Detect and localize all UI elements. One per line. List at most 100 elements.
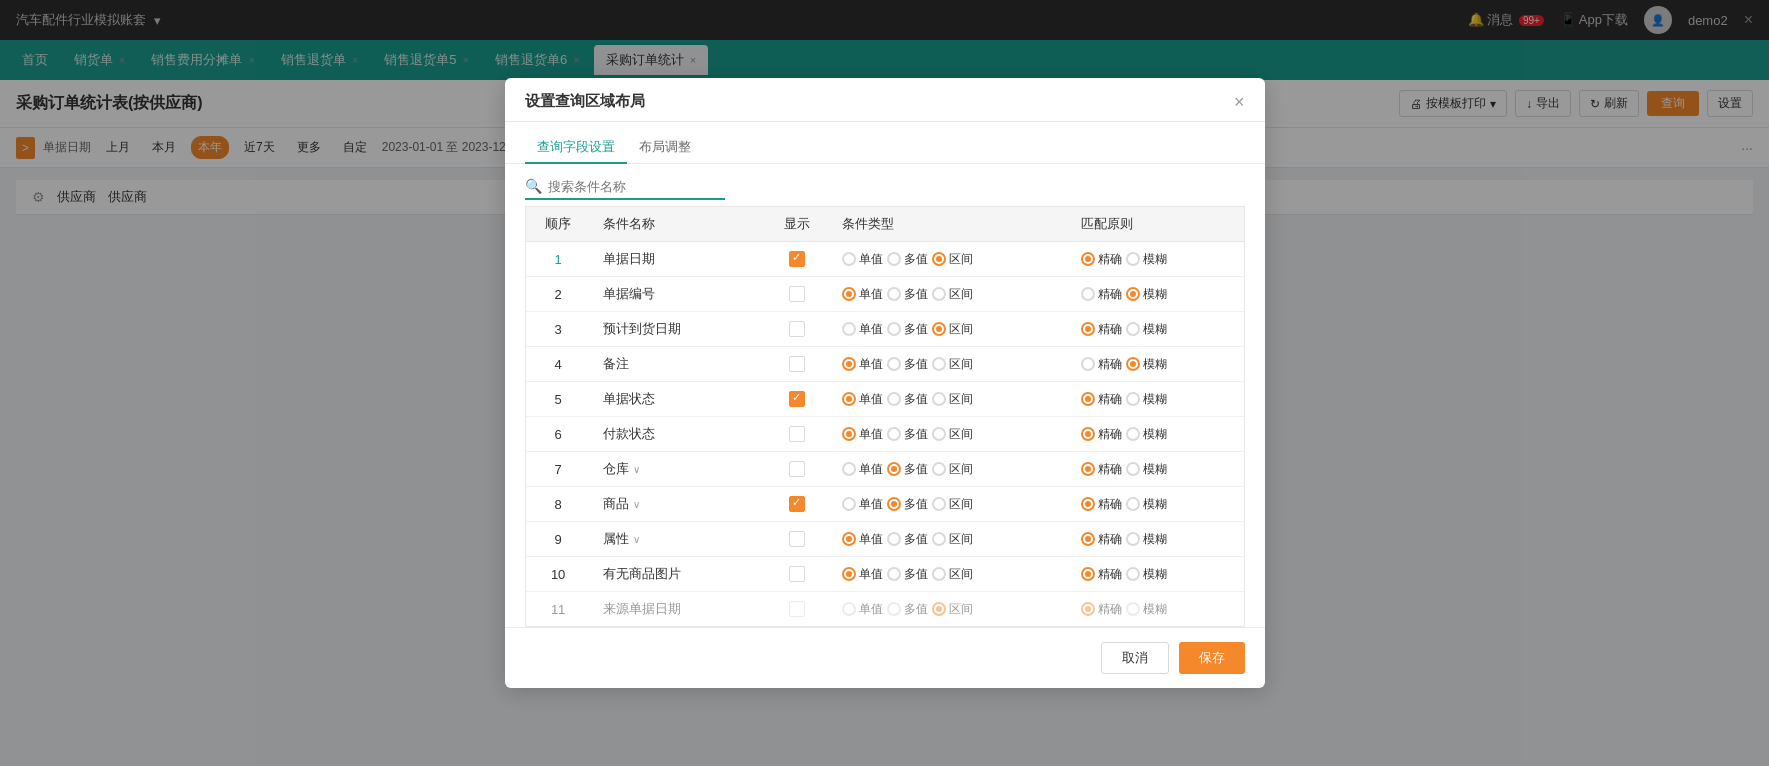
radio-match-模糊-0[interactable]: 模糊 xyxy=(1126,251,1167,268)
cell-display-2[interactable] xyxy=(765,312,830,347)
dialog-search-input[interactable] xyxy=(548,179,725,194)
table-row: 4备注 单值 多值 区间 精确 模糊 xyxy=(526,347,1244,369)
checkbox-display-3[interactable] xyxy=(789,356,805,368)
cell-type-1: 单值 多值 区间 xyxy=(830,277,1069,312)
radio-circle-1 xyxy=(842,287,856,301)
radio-match-精确-3[interactable]: 精确 xyxy=(1081,356,1122,369)
radio-label-1: 单值 xyxy=(859,286,883,303)
cell-display-0[interactable] xyxy=(765,242,830,277)
radio-label-3: 区间 xyxy=(949,356,973,369)
radio-circle-2 xyxy=(887,322,901,336)
radio-type-区间-0[interactable]: 区间 xyxy=(932,251,973,268)
radio-label-3: 多值 xyxy=(904,356,928,369)
radio-circle-3 xyxy=(887,357,901,368)
radio-type-单值-1[interactable]: 单值 xyxy=(842,286,883,303)
cell-display-1[interactable] xyxy=(765,277,830,312)
col-header-match: 匹配原则 xyxy=(1069,207,1243,242)
radio-match-circle-0 xyxy=(1126,252,1140,266)
radio-match-circle-1 xyxy=(1126,287,1140,301)
checkbox-display-0[interactable] xyxy=(789,251,805,267)
dialog-overlay: 设置查询区域布局 × 查询字段设置 布局调整 🔍 xyxy=(0,0,1769,368)
radio-match-circle-0 xyxy=(1081,252,1095,266)
radio-match-label-3: 模糊 xyxy=(1143,356,1167,369)
radio-match-circle-3 xyxy=(1081,357,1095,368)
dialog-header: 设置查询区域布局 × xyxy=(505,78,1265,122)
radio-match-circle-2 xyxy=(1081,322,1095,336)
radio-match-label-0: 精确 xyxy=(1098,251,1122,268)
dialog-close-btn[interactable]: × xyxy=(1234,93,1245,111)
cell-name-1: 单据编号 xyxy=(591,277,765,312)
radio-type-区间-3[interactable]: 区间 xyxy=(932,356,973,369)
radio-match-label-1: 模糊 xyxy=(1143,286,1167,303)
radio-match-模糊-3[interactable]: 模糊 xyxy=(1126,356,1167,369)
checkbox-display-2[interactable] xyxy=(789,321,805,337)
radio-label-2: 区间 xyxy=(949,321,973,338)
radio-type-区间-2[interactable]: 区间 xyxy=(932,321,973,338)
dialog-title: 设置查询区域布局 xyxy=(525,92,645,111)
col-header-order: 顺序 xyxy=(526,207,591,242)
cell-type-3: 单值 多值 区间 xyxy=(830,347,1069,369)
cell-match-3: 精确 模糊 xyxy=(1069,347,1243,369)
radio-match-label-2: 模糊 xyxy=(1143,321,1167,338)
table-row: 2单据编号 单值 多值 区间 精确 模糊 xyxy=(526,277,1244,312)
radio-type-单值-3[interactable]: 单值 xyxy=(842,356,883,369)
cell-order-1: 2 xyxy=(526,277,591,312)
dialog-tab-layout-label: 布局调整 xyxy=(639,139,691,154)
radio-label-1: 区间 xyxy=(949,286,973,303)
radio-circle-3 xyxy=(842,357,856,368)
cell-name-3: 备注 xyxy=(591,347,765,369)
radio-match-模糊-2[interactable]: 模糊 xyxy=(1126,321,1167,338)
search-icon: 🔍 xyxy=(525,178,542,194)
radio-type-多值-1[interactable]: 多值 xyxy=(887,286,928,303)
radio-circle-0 xyxy=(932,252,946,266)
dialog-tab-query-fields[interactable]: 查询字段设置 xyxy=(525,132,627,164)
settings-dialog: 设置查询区域布局 × 查询字段设置 布局调整 🔍 xyxy=(505,78,1265,368)
dialog-table-head: 顺序 条件名称 显示 条件类型 匹配原则 xyxy=(526,207,1244,242)
radio-match-label-0: 模糊 xyxy=(1143,251,1167,268)
dialog-tab-layout[interactable]: 布局调整 xyxy=(627,132,703,164)
checkbox-display-1[interactable] xyxy=(789,286,805,302)
radio-type-多值-0[interactable]: 多值 xyxy=(887,251,928,268)
dialog-body: 查询字段设置 布局调整 🔍 顺序 条 xyxy=(505,122,1265,368)
radio-label-1: 多值 xyxy=(904,286,928,303)
cell-type-2: 单值 多值 区间 xyxy=(830,312,1069,347)
radio-match-label-1: 精确 xyxy=(1098,286,1122,303)
radio-match-circle-2 xyxy=(1126,322,1140,336)
cell-name-2: 预计到货日期 xyxy=(591,312,765,347)
radio-match-circle-1 xyxy=(1081,287,1095,301)
radio-circle-2 xyxy=(932,322,946,336)
radio-label-3: 单值 xyxy=(859,356,883,369)
radio-match-label-2: 精确 xyxy=(1098,321,1122,338)
col-header-name: 条件名称 xyxy=(591,207,765,242)
radio-circle-1 xyxy=(932,287,946,301)
cell-match-2: 精确 模糊 xyxy=(1069,312,1243,347)
radio-circle-1 xyxy=(887,287,901,301)
col-header-type: 条件类型 xyxy=(830,207,1069,242)
radio-circle-0 xyxy=(887,252,901,266)
radio-label-2: 单值 xyxy=(859,321,883,338)
radio-match-精确-0[interactable]: 精确 xyxy=(1081,251,1122,268)
radio-match-label-3: 精确 xyxy=(1098,356,1122,369)
table-row: 1单据日期单值多值区间精确模糊 xyxy=(526,242,1244,277)
cell-match-1: 精确 模糊 xyxy=(1069,277,1243,312)
radio-match-精确-2[interactable]: 精确 xyxy=(1081,321,1122,338)
dialog-search-area: 🔍 xyxy=(505,164,1265,206)
radio-label-0: 多值 xyxy=(904,251,928,268)
radio-type-单值-2[interactable]: 单值 xyxy=(842,321,883,338)
radio-circle-3 xyxy=(932,357,946,368)
radio-label-2: 多值 xyxy=(904,321,928,338)
radio-label-0: 单值 xyxy=(859,251,883,268)
radio-match-模糊-1[interactable]: 模糊 xyxy=(1126,286,1167,303)
dialog-table-body: 1单据日期单值多值区间精确模糊2单据编号单值多值区间精确模糊3预计到货日期单值多… xyxy=(526,242,1244,369)
col-header-display: 显示 xyxy=(765,207,830,242)
radio-type-多值-3[interactable]: 多值 xyxy=(887,356,928,369)
cell-type-0: 单值 多值区间 xyxy=(830,242,1069,277)
radio-type-区间-1[interactable]: 区间 xyxy=(932,286,973,303)
radio-match-精确-1[interactable]: 精确 xyxy=(1081,286,1122,303)
radio-type-多值-2[interactable]: 多值 xyxy=(887,321,928,338)
radio-circle-0 xyxy=(842,252,856,266)
radio-match-circle-3 xyxy=(1126,357,1140,368)
radio-type-单值-0[interactable]: 单值 xyxy=(842,251,883,268)
cell-order-3: 4 xyxy=(526,347,591,369)
cell-display-3[interactable] xyxy=(765,347,830,369)
